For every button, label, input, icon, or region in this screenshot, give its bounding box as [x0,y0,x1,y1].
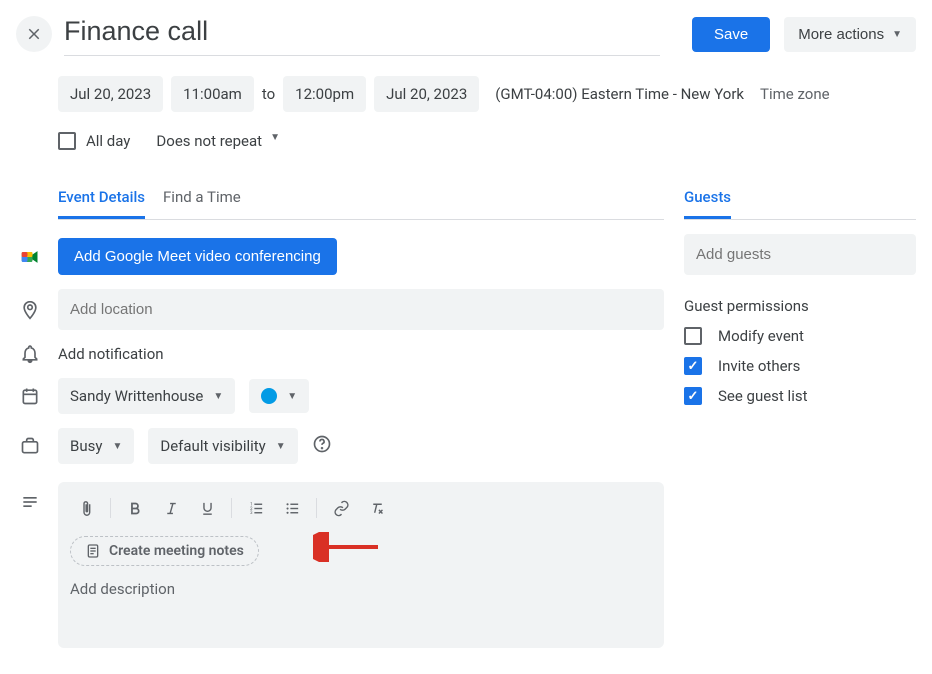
end-time-chip[interactable]: 12:00pm [283,76,366,112]
perm-see-guest-list-checkbox[interactable] [684,387,702,405]
chevron-down-icon: ▼ [287,391,297,402]
description-placeholder[interactable]: Add description [70,580,652,598]
availability-dropdown[interactable]: Busy ▼ [58,428,134,464]
event-title-input[interactable] [64,12,660,56]
start-date-chip[interactable]: Jul 20, 2023 [58,76,163,112]
calendar-icon [16,386,44,406]
meet-icon [16,247,44,267]
availability-label: Busy [70,437,102,455]
calendar-owner-dropdown[interactable]: Sandy Writtenhouse ▼ [58,378,235,414]
create-meeting-notes-label: Create meeting notes [109,543,244,559]
close-icon [25,25,43,43]
perm-see-guest-list-row[interactable]: See guest list [684,387,916,405]
close-button[interactable] [16,16,52,52]
notes-icon [85,543,101,559]
add-guests-input[interactable] [684,234,916,275]
create-meeting-notes-button[interactable]: Create meeting notes [70,536,259,566]
to-label: to [262,85,275,103]
add-notification-link[interactable]: Add notification [58,345,164,363]
tab-event-details[interactable]: Event Details [58,188,145,219]
chevron-down-icon: ▼ [270,132,280,143]
underline-button[interactable] [191,492,223,524]
all-day-label[interactable]: All day [58,132,130,150]
guest-permissions-title: Guest permissions [684,297,916,315]
repeat-label: Does not repeat [156,132,262,150]
italic-button[interactable] [155,492,187,524]
perm-see-guest-list-label: See guest list [718,387,808,405]
location-input[interactable] [58,289,664,330]
all-day-text: All day [86,132,130,150]
timezone-link[interactable]: Time zone [760,85,830,103]
end-date-chip[interactable]: Jul 20, 2023 [374,76,479,112]
timezone-label: (GMT-04:00) Eastern Time - New York [495,85,744,103]
visibility-dropdown[interactable]: Default visibility ▼ [148,428,297,464]
start-time-chip[interactable]: 11:00am [171,76,254,112]
perm-invite-others-checkbox[interactable] [684,357,702,375]
numbered-list-button[interactable]: 123 [240,492,272,524]
svg-text:3: 3 [250,511,253,516]
repeat-dropdown[interactable]: Does not repeat ▼ [144,124,290,158]
bulleted-list-button[interactable] [276,492,308,524]
clear-formatting-button[interactable] [361,492,393,524]
chevron-down-icon: ▼ [276,441,286,452]
tab-find-a-time[interactable]: Find a Time [163,188,241,219]
perm-modify-event-label: Modify event [718,327,804,345]
perm-invite-others-label: Invite others [718,357,800,375]
all-day-checkbox[interactable] [58,132,76,150]
annotation-arrow [313,532,383,562]
description-icon [16,492,44,512]
description-toolbar: 123 [70,492,652,524]
chevron-down-icon: ▼ [213,391,223,402]
more-actions-button[interactable]: More actions ▼ [784,17,916,52]
notification-icon [16,344,44,364]
help-icon[interactable] [312,434,332,458]
perm-invite-others-row[interactable]: Invite others [684,357,916,375]
chevron-down-icon: ▼ [892,29,902,40]
location-icon [16,300,44,320]
calendar-owner-label: Sandy Writtenhouse [70,387,203,405]
chevron-down-icon: ▼ [112,441,122,452]
attach-file-button[interactable] [70,492,102,524]
briefcase-icon [16,436,44,456]
color-swatch [261,388,277,404]
calendar-color-dropdown[interactable]: ▼ [249,379,309,413]
add-google-meet-button[interactable]: Add Google Meet video conferencing [58,238,337,275]
save-button[interactable]: Save [692,17,770,52]
bold-button[interactable] [119,492,151,524]
link-button[interactable] [325,492,357,524]
visibility-label: Default visibility [160,437,265,455]
perm-modify-event-row[interactable]: Modify event [684,327,916,345]
tab-guests[interactable]: Guests [684,188,731,219]
perm-modify-event-checkbox[interactable] [684,327,702,345]
more-actions-label: More actions [798,26,884,43]
